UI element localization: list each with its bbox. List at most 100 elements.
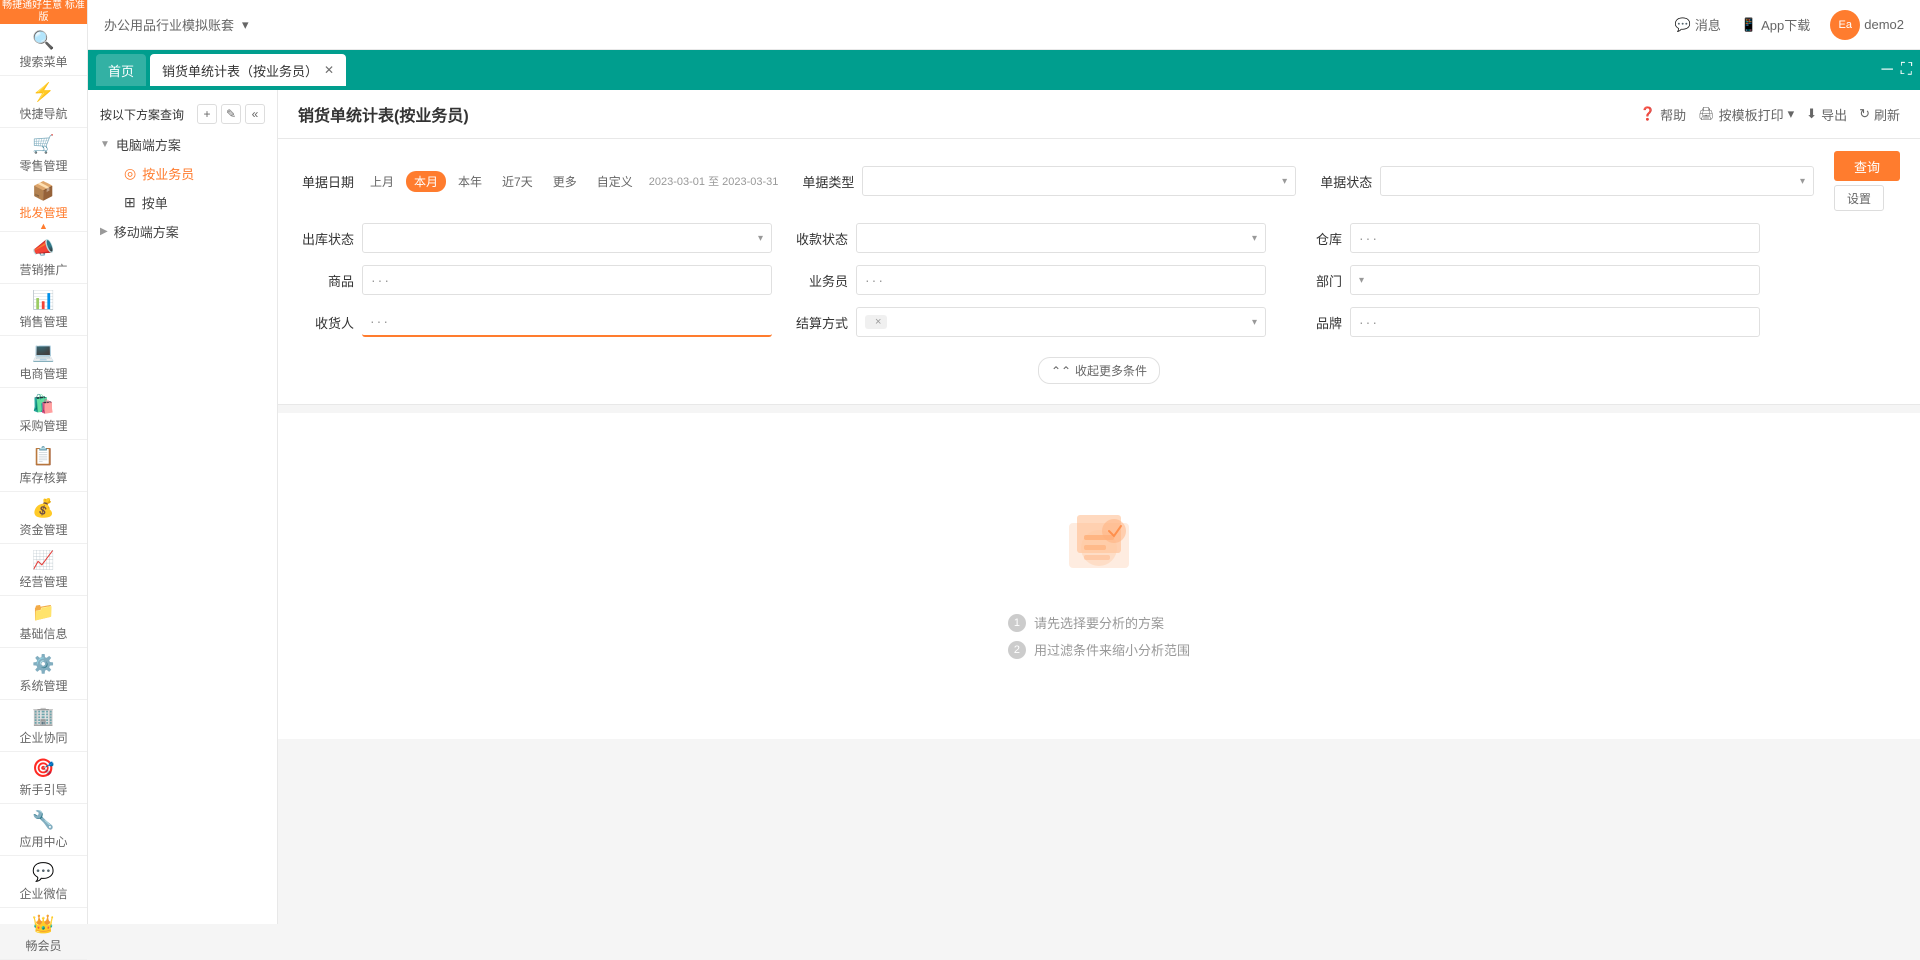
sidebar-item-ecommerce[interactable]: 💻 电商管理 bbox=[0, 336, 87, 388]
tab-close-icon[interactable]: ✕ bbox=[324, 63, 334, 77]
app-download-button[interactable]: 📱 App下载 bbox=[1741, 15, 1810, 34]
doc-status-input[interactable] bbox=[1380, 166, 1814, 196]
sidebar-item-label: 快捷导航 bbox=[19, 105, 67, 122]
sidebar-item-system[interactable]: ⚙️ 系统管理 bbox=[0, 648, 87, 700]
warehouse-label: 仓库 bbox=[1286, 229, 1342, 248]
sidebar-item-label: 营销推广 bbox=[19, 261, 67, 278]
date-btn-this-month[interactable]: 本月 bbox=[406, 171, 446, 192]
recv-status-arrow bbox=[1252, 233, 1257, 244]
payment-clear-icon[interactable]: × bbox=[875, 316, 881, 328]
payment-input[interactable]: × bbox=[856, 307, 1266, 337]
tab-home[interactable]: 首页 bbox=[96, 54, 146, 86]
consignee-label: 收货人 bbox=[298, 313, 354, 332]
sidebar-item-newbie[interactable]: 🎯 新手引导 bbox=[0, 752, 87, 804]
empty-tip-2: 2 用过滤条件来缩小分析范围 bbox=[1008, 640, 1190, 659]
message-label: 消息 bbox=[1695, 15, 1721, 34]
sidebar-item-finance[interactable]: 💰 资金管理 bbox=[0, 492, 87, 544]
sidebar-item-label: 企业协同 bbox=[19, 729, 67, 746]
sidebar-item-label: 系统管理 bbox=[19, 677, 67, 694]
sidebar-item-enterprise[interactable]: 🏢 企业协同 bbox=[0, 700, 87, 752]
sidebar-item-marketing[interactable]: 📣 营销推广 bbox=[0, 232, 87, 284]
dropdown-icon[interactable]: ▾ bbox=[242, 17, 249, 33]
sidebar-item-wechat[interactable]: 💬 企业微信 bbox=[0, 856, 87, 908]
message-button[interactable]: 💬 消息 bbox=[1675, 15, 1721, 34]
out-status-input[interactable] bbox=[362, 223, 772, 253]
print-icon: 🖨 bbox=[1698, 106, 1715, 122]
sidebar-item-purchase[interactable]: 🛍️ 采购管理 bbox=[0, 388, 87, 440]
doc-status-arrow bbox=[1800, 176, 1805, 187]
edit-scheme-button[interactable]: ✎ bbox=[221, 104, 241, 124]
refresh-action[interactable]: ↻ 刷新 bbox=[1859, 105, 1900, 124]
date-btn-custom[interactable]: 自定义 bbox=[589, 171, 641, 192]
settings-button[interactable]: 设置 bbox=[1834, 185, 1884, 211]
sidebar-item-shortcut[interactable]: ⚡ 快捷导航 bbox=[0, 76, 87, 128]
tree-group-pc-label: 电脑端方案 bbox=[116, 135, 181, 154]
retail-icon: 🛒 bbox=[32, 134, 54, 155]
date-btn-last-month[interactable]: 上月 bbox=[362, 171, 402, 192]
print-action[interactable]: 🖨 按模板打印 ▾ bbox=[1698, 105, 1794, 124]
tree-item-by-salesperson[interactable]: ◎ 按业务员 bbox=[112, 159, 277, 188]
inventory-icon: 📋 bbox=[32, 446, 54, 467]
tab-maximize-icon[interactable]: ⛶ bbox=[1901, 61, 1912, 79]
purchase-icon: 🛍️ bbox=[32, 394, 54, 415]
username: demo2 bbox=[1864, 17, 1904, 32]
tab-minimize-icon[interactable]: ─ bbox=[1881, 61, 1892, 79]
sidebar-item-inventory[interactable]: 📋 库存核算 bbox=[0, 440, 87, 492]
recv-status-input[interactable] bbox=[856, 223, 1266, 253]
finance-icon: 💰 bbox=[32, 498, 54, 519]
export-icon: ⬇ bbox=[1806, 106, 1817, 122]
out-status-label: 出库状态 bbox=[298, 229, 354, 248]
date-btn-this-year[interactable]: 本年 bbox=[450, 171, 490, 192]
right-panel: 销货单统计表(按业务员) ❓ 帮助 🖨 按模板打印 ▾ ⬇ 导出 bbox=[278, 90, 1920, 924]
brand-input[interactable]: ··· bbox=[1350, 307, 1760, 337]
tree-item-by-order[interactable]: ⊞ 按单 bbox=[112, 188, 277, 217]
sidebar-item-wholesale[interactable]: 📦 批发管理 ▲ bbox=[0, 180, 87, 232]
export-label: 导出 bbox=[1821, 105, 1847, 124]
tab-report[interactable]: 销货单统计表（按业务员） ✕ bbox=[150, 54, 346, 86]
date-btn-more[interactable]: 更多 bbox=[545, 171, 585, 192]
filter-warehouse: 仓库 ··· bbox=[1286, 223, 1760, 253]
consignee-input[interactable]: ··· bbox=[362, 307, 772, 337]
app-download-label: App下载 bbox=[1761, 15, 1810, 34]
refresh-label: 刷新 bbox=[1874, 105, 1900, 124]
sidebar: 畅捷通好生意 标准版 🔍 搜索菜单 ⚡ 快捷导航 🛒 零售管理 📦 批发管理 ▲… bbox=[0, 0, 88, 924]
sidebar-item-search[interactable]: 🔍 搜索菜单 bbox=[0, 24, 87, 76]
tip-num-1: 1 bbox=[1008, 614, 1026, 632]
print-dropdown-icon[interactable]: ▾ bbox=[1788, 106, 1795, 122]
warehouse-input[interactable]: ··· bbox=[1350, 223, 1760, 253]
tree-group-mobile[interactable]: ▶ 移动端方案 bbox=[88, 217, 277, 246]
doc-type-label: 单据类型 bbox=[798, 172, 854, 191]
date-btn-7days[interactable]: 近7天 bbox=[494, 171, 541, 192]
recv-status-label: 收款状态 bbox=[792, 229, 848, 248]
sidebar-item-operations[interactable]: 📈 经营管理 bbox=[0, 544, 87, 596]
add-scheme-button[interactable]: + bbox=[197, 104, 217, 124]
tree-group-pc[interactable]: ▼ 电脑端方案 bbox=[88, 130, 277, 159]
date-range-display: 2023-03-01 至 2023-03-31 bbox=[649, 173, 779, 189]
filter-row-3: 商品 ··· 业务员 ··· 部门 bbox=[298, 265, 1900, 295]
shortcut-icon: ⚡ bbox=[32, 82, 54, 103]
sidebar-item-sales[interactable]: 📊 销售管理 bbox=[0, 284, 87, 336]
sidebar-item-label: 销售管理 bbox=[19, 313, 67, 330]
sidebar-item-basic[interactable]: 📁 基础信息 bbox=[0, 596, 87, 648]
query-button[interactable]: 查询 bbox=[1834, 151, 1900, 181]
help-action[interactable]: ❓ 帮助 bbox=[1640, 105, 1686, 124]
payment-arrow bbox=[1252, 317, 1257, 328]
collapse-button[interactable]: ⌃⌃ 收起更多条件 bbox=[1038, 357, 1160, 384]
dept-input[interactable] bbox=[1350, 265, 1760, 295]
tree-item-order-label: 按单 bbox=[142, 193, 168, 212]
tip-text-1: 请先选择要分析的方案 bbox=[1034, 613, 1164, 632]
product-input[interactable]: ··· bbox=[362, 265, 772, 295]
sidebar-item-apps[interactable]: 🔧 应用中心 bbox=[0, 804, 87, 856]
sidebar-item-retail[interactable]: 🛒 零售管理 bbox=[0, 128, 87, 180]
filter-doc-status: 单据状态 bbox=[1316, 166, 1814, 196]
logo-text: 畅捷通好生意 标准版 bbox=[0, 0, 87, 24]
doc-type-input[interactable] bbox=[862, 166, 1296, 196]
collapse-panel-button[interactable]: « bbox=[245, 104, 265, 124]
export-action[interactable]: ⬇ 导出 bbox=[1806, 105, 1847, 124]
tree-arrow-pc: ▼ bbox=[100, 139, 110, 150]
salesperson-input[interactable]: ··· bbox=[856, 265, 1266, 295]
sidebar-item-vip[interactable]: 👑 畅会员 bbox=[0, 908, 87, 960]
sidebar-item-label: 新手引导 bbox=[19, 781, 67, 798]
collapse-up-icon: ⌃⌃ bbox=[1051, 364, 1071, 378]
user-avatar-area[interactable]: Ea demo2 bbox=[1830, 10, 1904, 40]
